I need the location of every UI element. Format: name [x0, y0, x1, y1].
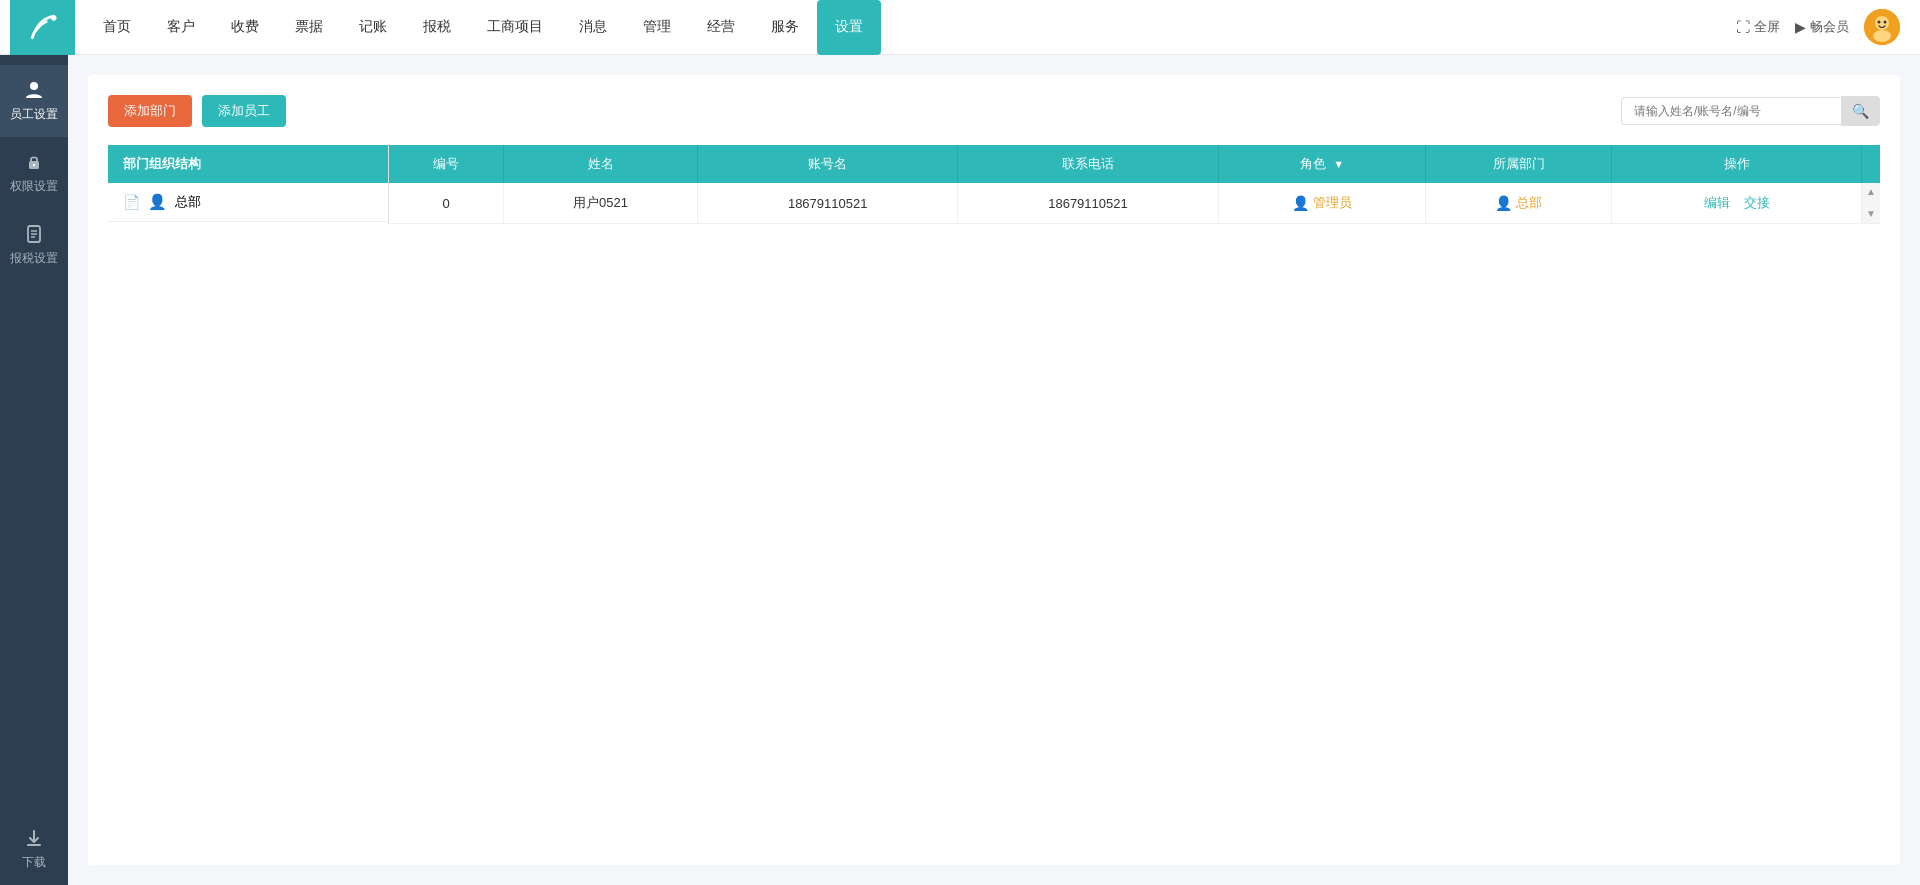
- dept-badge: 👤 总部: [1495, 194, 1542, 212]
- cell-role: 👤 管理员: [1218, 183, 1426, 224]
- svg-point-6: [30, 82, 38, 90]
- nav-fee[interactable]: 收费: [213, 0, 277, 55]
- scroll-up[interactable]: ▲: [1866, 187, 1876, 197]
- cell-account: 18679110521: [698, 183, 958, 224]
- role-label: 管理员: [1313, 194, 1352, 212]
- col-name: 姓名: [504, 145, 698, 183]
- add-dept-button[interactable]: 添加部门: [108, 95, 192, 127]
- col-role[interactable]: 角色 ▼: [1218, 145, 1426, 183]
- sidebar-item-permissions[interactable]: 权限设置: [0, 137, 68, 209]
- table-head: 编号 姓名 账号名 联系电话 角色 ▼ 所属部门 操作: [389, 145, 1880, 183]
- table-body: 0 用户0521 18679110521 18679110521 👤 管理员: [389, 183, 1880, 224]
- nav-invoice[interactable]: 票据: [277, 0, 341, 55]
- svg-point-3: [1878, 21, 1881, 24]
- fullscreen-btn[interactable]: ⛶ 全屏: [1736, 18, 1780, 36]
- scroll-arrows: ▲ ▼: [1862, 183, 1880, 223]
- toolbar: 添加部门 添加员工 🔍: [108, 95, 1880, 127]
- sidebar-item-employee[interactable]: 员工设置: [0, 65, 68, 137]
- scroll-col-cell: ▲ ▼: [1862, 183, 1880, 224]
- nav-business[interactable]: 工商项目: [469, 0, 561, 55]
- sidebar-item-tax-settings[interactable]: 报税设置: [0, 209, 68, 281]
- sidebar-bottom: 下载: [0, 813, 68, 885]
- search-button[interactable]: 🔍: [1841, 96, 1880, 126]
- tree-item-label: 总部: [175, 193, 201, 211]
- nav-operation[interactable]: 经营: [689, 0, 753, 55]
- video-icon: ▶: [1795, 19, 1806, 35]
- right-panel: 编号 姓名 账号名 联系电话 角色 ▼ 所属部门 操作: [388, 145, 1880, 224]
- logo: [10, 0, 75, 55]
- search-icon: 🔍: [1852, 103, 1869, 119]
- download-icon: [23, 827, 45, 849]
- main-layout: 员工设置 权限设置 报税设置: [0, 55, 1920, 885]
- tree-item-root[interactable]: 📄 👤 总部: [108, 183, 388, 222]
- svg-point-5: [1873, 30, 1891, 42]
- nav-home[interactable]: 首页: [85, 0, 149, 55]
- add-staff-button[interactable]: 添加员工: [202, 95, 286, 127]
- sidebar-item-download[interactable]: 下载: [0, 813, 68, 885]
- search-input[interactable]: [1621, 97, 1841, 125]
- svg-point-8: [33, 164, 35, 166]
- nav-service[interactable]: 服务: [753, 0, 817, 55]
- lock-icon: [23, 151, 45, 173]
- cell-actions: 编辑 交接: [1612, 183, 1862, 224]
- report-icon: [23, 223, 45, 245]
- col-id: 编号: [389, 145, 504, 183]
- transfer-link[interactable]: 交接: [1744, 195, 1770, 210]
- cell-phone: 18679110521: [958, 183, 1218, 224]
- col-role-label: 角色: [1300, 156, 1326, 171]
- col-account: 账号名: [698, 145, 958, 183]
- left-panel: 部门组织结构 📄 👤 总部: [108, 145, 388, 224]
- table-row: 0 用户0521 18679110521 18679110521 👤 管理员: [389, 183, 1880, 224]
- cell-dept: 👤 总部: [1426, 183, 1612, 224]
- avatar[interactable]: [1864, 9, 1900, 45]
- col-phone: 联系电话: [958, 145, 1218, 183]
- edit-link[interactable]: 编辑: [1704, 195, 1730, 210]
- vip-btn[interactable]: ▶ 畅会员: [1795, 18, 1849, 36]
- col-dept: 所属部门: [1426, 145, 1612, 183]
- dept-label: 总部: [1516, 194, 1542, 212]
- nav-settings[interactable]: 设置: [817, 0, 881, 55]
- person-tree-icon: 👤: [148, 193, 167, 211]
- content-inner: 添加部门 添加员工 🔍 部门组织结构 📄 👤 总部: [88, 75, 1900, 865]
- scroll-col-header: [1862, 145, 1880, 183]
- scroll-down[interactable]: ▼: [1866, 209, 1876, 219]
- role-badge: 👤 管理员: [1292, 194, 1352, 212]
- doc-icon: 📄: [123, 194, 140, 210]
- col-action: 操作: [1612, 145, 1862, 183]
- nav-accounting[interactable]: 记账: [341, 0, 405, 55]
- sidebar-label-download: 下载: [22, 854, 46, 871]
- top-navigation: 首页 客户 收费 票据 记账 报税 工商项目 消息 管理 经营 服务 设置 ⛶ …: [0, 0, 1920, 55]
- sidebar: 员工设置 权限设置 报税设置: [0, 55, 68, 885]
- sidebar-label-employee: 员工设置: [10, 106, 58, 123]
- svg-point-4: [1884, 21, 1887, 24]
- fullscreen-icon: ⛶: [1736, 19, 1750, 35]
- sidebar-label-tax-settings: 报税设置: [10, 250, 58, 267]
- sidebar-label-permissions: 权限设置: [10, 178, 58, 195]
- dept-person-icon: 👤: [1495, 195, 1512, 211]
- employee-table: 编号 姓名 账号名 联系电话 角色 ▼ 所属部门 操作: [389, 145, 1880, 224]
- vip-label: 畅会员: [1810, 18, 1849, 36]
- cell-id: 0: [389, 183, 504, 224]
- nav-message[interactable]: 消息: [561, 0, 625, 55]
- nav-customer[interactable]: 客户: [149, 0, 213, 55]
- search-area: 🔍: [1621, 96, 1880, 126]
- nav-manage[interactable]: 管理: [625, 0, 689, 55]
- org-tree-header: 部门组织结构: [108, 145, 388, 183]
- fullscreen-label: 全屏: [1754, 18, 1780, 36]
- role-person-icon: 👤: [1292, 195, 1309, 211]
- cell-name: 用户0521: [504, 183, 698, 224]
- svg-point-0: [51, 15, 56, 20]
- nav-right-area: ⛶ 全屏 ▶ 畅会员: [1736, 9, 1920, 45]
- main-nav: 首页 客户 收费 票据 记账 报税 工商项目 消息 管理 经营 服务 设置: [75, 0, 1736, 55]
- person-icon: [23, 79, 45, 101]
- table-header-row: 编号 姓名 账号名 联系电话 角色 ▼ 所属部门 操作: [389, 145, 1880, 183]
- content-area: 添加部门 添加员工 🔍 部门组织结构 📄 👤 总部: [68, 55, 1920, 885]
- nav-tax[interactable]: 报税: [405, 0, 469, 55]
- two-panel: 部门组织结构 📄 👤 总部 编号 姓名 账号名: [108, 145, 1880, 224]
- filter-icon: ▼: [1333, 158, 1344, 170]
